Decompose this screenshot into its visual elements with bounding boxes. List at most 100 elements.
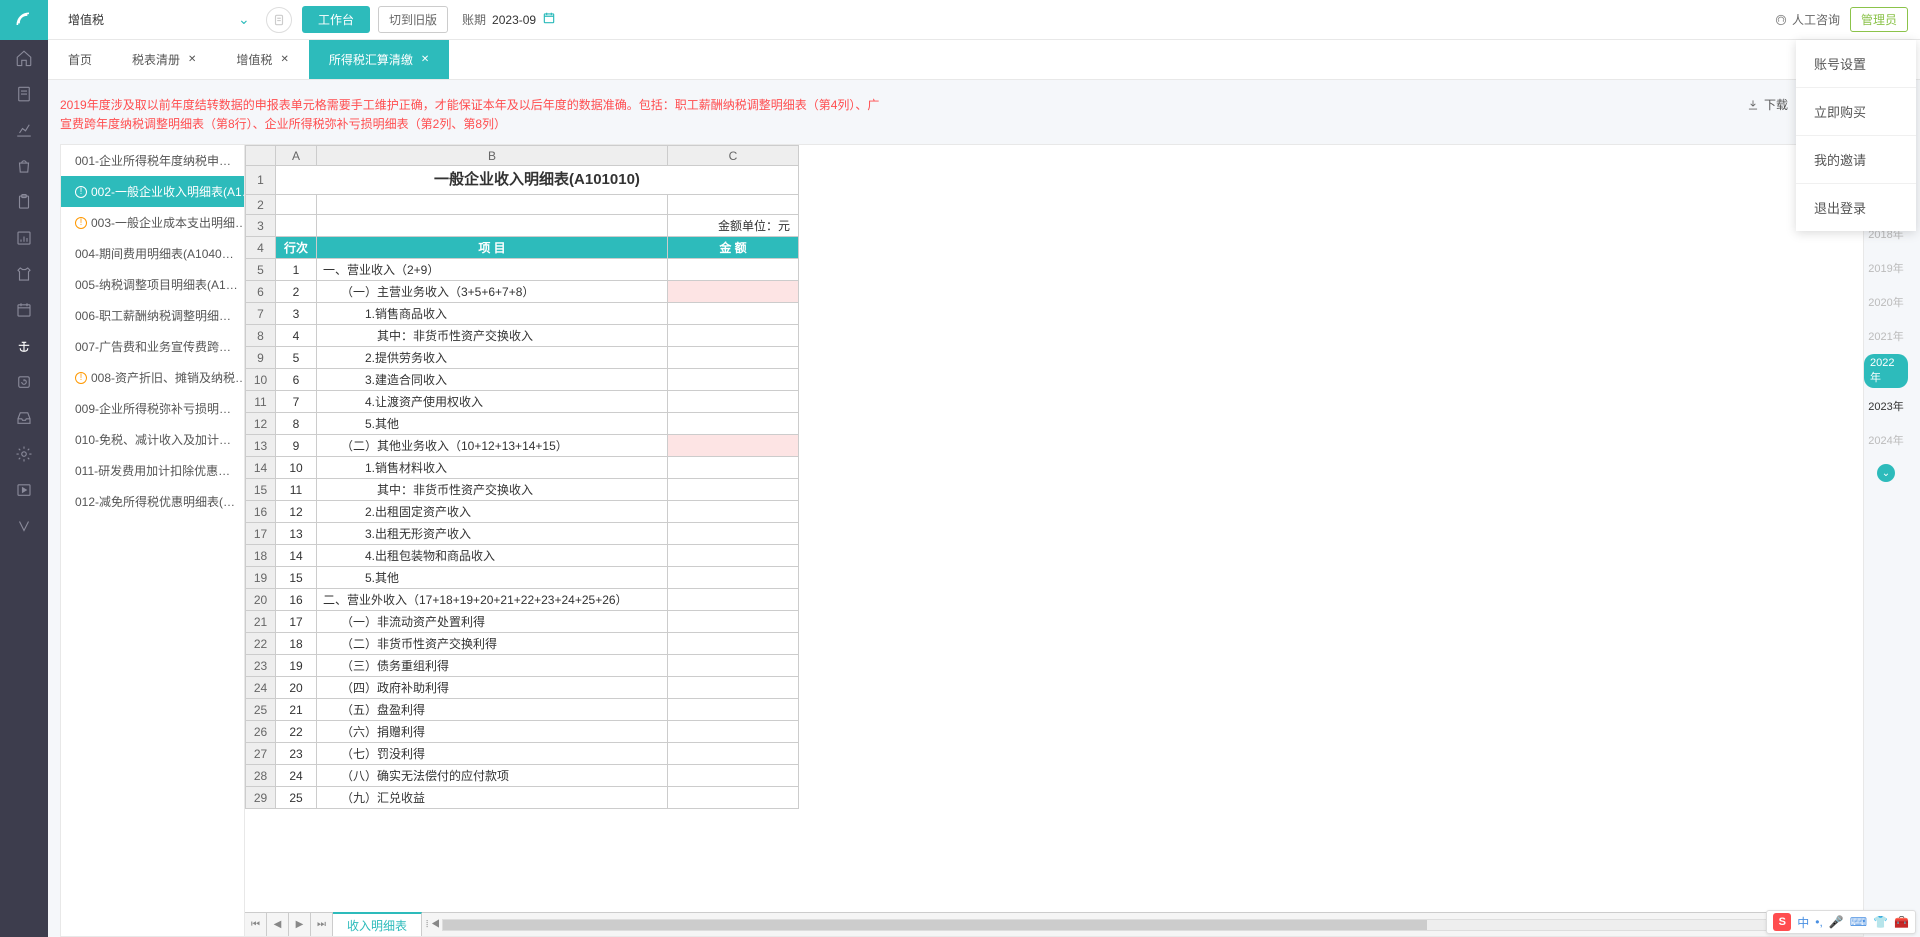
support-chat-link[interactable]: 人工咨询 [1774,11,1840,28]
item-cell[interactable]: （一）非流动资产处置利得 [317,611,668,633]
user-menu-item-0[interactable]: 账号设置 [1796,40,1916,88]
amount-cell[interactable] [668,523,799,545]
row-header[interactable]: 26 [246,721,276,743]
row-header[interactable]: 11 [246,391,276,413]
nav-shirt-icon[interactable] [0,256,48,292]
row-header[interactable]: 12 [246,413,276,435]
line-number[interactable]: 9 [276,435,317,457]
item-cell[interactable]: （二）非货币性资产交换利得 [317,633,668,655]
sheet-scroll[interactable]: A B C 1一般企业收入明细表(A101010)23金额单位：元4行次项 目金… [245,145,1863,912]
item-cell[interactable]: （六）捐赠利得 [317,721,668,743]
row-header[interactable]: 21 [246,611,276,633]
row-header[interactable]: 3 [246,215,276,237]
report-item-11[interactable]: 012-减免所得税优惠明细表(… [61,486,244,517]
sheet-tab[interactable]: 收入明细表 [333,912,422,936]
row-header[interactable]: 18 [246,545,276,567]
cell[interactable] [668,195,799,215]
unit-label[interactable]: 金额单位：元 [668,215,799,237]
report-item-3[interactable]: 004-期间费用明细表(A1040… [61,238,244,269]
admin-button[interactable]: 管理员 [1850,7,1908,32]
tab-1[interactable]: 税表清册✕ [112,40,216,79]
row-header[interactable]: 8 [246,325,276,347]
nav-calendar-icon[interactable] [0,292,48,328]
row-header[interactable]: 2 [246,195,276,215]
item-cell[interactable]: 其中：非货币性资产交换收入 [317,325,668,347]
ime-lang[interactable]: 中 [1797,914,1809,931]
report-item-6[interactable]: 007-广告费和业务宣传费跨… [61,331,244,362]
amount-cell[interactable] [668,655,799,677]
line-number[interactable]: 19 [276,655,317,677]
row-header[interactable]: 10 [246,369,276,391]
amount-cell[interactable] [668,567,799,589]
amount-cell[interactable] [668,765,799,787]
item-cell[interactable]: 2.提供劳务收入 [317,347,668,369]
row-header[interactable]: 23 [246,655,276,677]
item-cell[interactable]: （二）其他业务收入（10+12+13+14+15） [317,435,668,457]
amount-cell[interactable] [668,325,799,347]
tab-0[interactable]: 首页 [48,40,112,79]
cell[interactable] [276,195,317,215]
amount-cell[interactable] [668,303,799,325]
hdr-row[interactable]: 行次 [276,237,317,259]
row-header[interactable]: 4 [246,237,276,259]
sheet-nav-first[interactable]: ⏮ [245,913,267,936]
nav-inbox-icon[interactable] [0,400,48,436]
row-header[interactable]: 22 [246,633,276,655]
row-header[interactable]: 1 [246,166,276,195]
item-cell[interactable]: 5.其他 [317,567,668,589]
nav-bag-icon[interactable] [0,148,48,184]
col-header-c[interactable]: C [668,146,799,166]
ime-mic-icon[interactable]: 🎤 [1829,915,1844,929]
user-menu-item-2[interactable]: 我的邀请 [1796,136,1916,184]
report-item-7[interactable]: !008-资产折旧、摊销及纳税… [61,362,244,393]
row-header[interactable]: 7 [246,303,276,325]
ime-toolbar[interactable]: S 中 •, 🎤 ⌨ 👕 🧰 [1766,910,1916,934]
note-button[interactable] [266,7,292,33]
item-cell[interactable]: （四）政府补助利得 [317,677,668,699]
amount-cell[interactable] [668,413,799,435]
line-number[interactable]: 21 [276,699,317,721]
item-cell[interactable]: 3.出租无形资产收入 [317,523,668,545]
download-action[interactable]: 下载 [1746,96,1788,113]
row-header[interactable]: 5 [246,259,276,281]
amount-cell[interactable] [668,611,799,633]
item-cell[interactable]: 2.出租固定资产收入 [317,501,668,523]
item-cell[interactable]: （七）罚没利得 [317,743,668,765]
switch-version-button[interactable]: 切到旧版 [378,6,448,33]
ime-toolbox-icon[interactable]: 🧰 [1894,915,1909,929]
sheet-title[interactable]: 一般企业收入明细表(A101010) [276,166,799,195]
year-item-2024年[interactable]: 2024年 [1868,424,1903,456]
ime-keyboard-icon[interactable]: ⌨ [1850,915,1867,929]
ime-skin-icon[interactable]: 👕 [1873,915,1888,929]
line-number[interactable]: 22 [276,721,317,743]
row-header[interactable]: 15 [246,479,276,501]
year-item-2019年[interactable]: 2019年 [1868,252,1903,284]
amount-cell[interactable] [668,259,799,281]
amount-cell[interactable] [668,347,799,369]
row-header[interactable]: 19 [246,567,276,589]
line-number[interactable]: 7 [276,391,317,413]
amount-cell[interactable] [668,457,799,479]
nav-refresh-icon[interactable] [0,364,48,400]
year-item-2021年[interactable]: 2021年 [1868,320,1903,352]
hdr-amount[interactable]: 金 额 [668,237,799,259]
row-header[interactable]: 17 [246,523,276,545]
line-number[interactable]: 2 [276,281,317,303]
line-number[interactable]: 23 [276,743,317,765]
row-header[interactable]: 20 [246,589,276,611]
amount-cell[interactable] [668,545,799,567]
report-item-8[interactable]: 009-企业所得税弥补亏损明… [61,393,244,424]
line-number[interactable]: 11 [276,479,317,501]
line-number[interactable]: 10 [276,457,317,479]
amount-cell[interactable] [668,479,799,501]
line-number[interactable]: 24 [276,765,317,787]
year-item-2022年[interactable]: 2022年 [1864,354,1908,388]
nav-chart-icon[interactable] [0,112,48,148]
report-item-2[interactable]: !003-一般企业成本支出明细… [61,207,244,238]
line-number[interactable]: 4 [276,325,317,347]
line-number[interactable]: 20 [276,677,317,699]
hdr-item[interactable]: 项 目 [317,237,668,259]
amount-cell[interactable] [668,633,799,655]
row-header[interactable]: 14 [246,457,276,479]
cell[interactable] [276,215,317,237]
